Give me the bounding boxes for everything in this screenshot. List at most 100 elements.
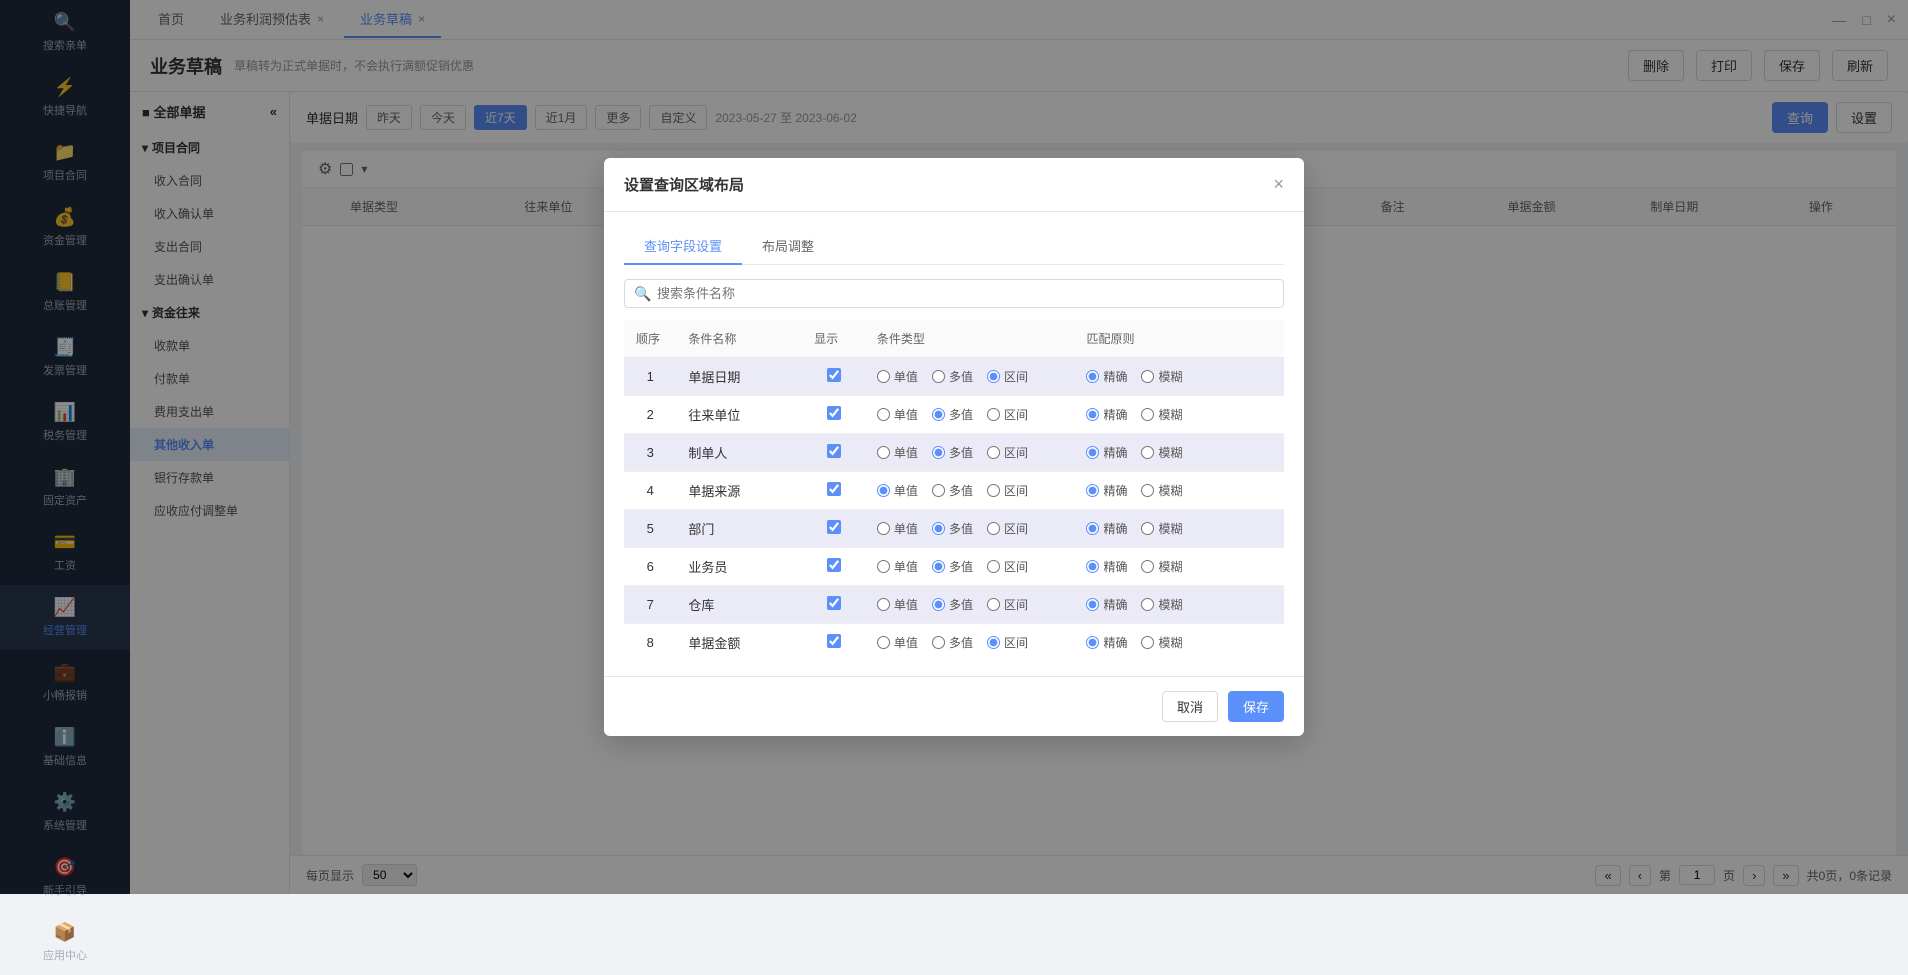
match-fuzzy-radio[interactable]	[1141, 370, 1154, 383]
type-range-label[interactable]: 区间	[987, 520, 1028, 537]
type-multi-radio[interactable]	[932, 636, 945, 649]
modal-save-button[interactable]: 保存	[1228, 691, 1284, 722]
match-exact-label[interactable]: 精确	[1086, 368, 1127, 385]
match-fuzzy-radio[interactable]	[1141, 408, 1154, 421]
type-single-label[interactable]: 单值	[877, 368, 918, 385]
type-multi-label[interactable]: 多值	[932, 558, 973, 575]
match-exact-radio[interactable]	[1086, 522, 1099, 535]
match-fuzzy-radio[interactable]	[1141, 484, 1154, 497]
match-fuzzy-label[interactable]: 模糊	[1141, 368, 1182, 385]
type-single-label[interactable]: 单值	[877, 520, 918, 537]
type-range-radio[interactable]	[987, 370, 1000, 383]
type-multi-label[interactable]: 多值	[932, 444, 973, 461]
match-fuzzy-label[interactable]: 模糊	[1141, 406, 1182, 423]
type-single-label[interactable]: 单值	[877, 634, 918, 651]
type-single-radio[interactable]	[877, 560, 890, 573]
show-checkbox[interactable]	[827, 368, 841, 382]
type-range-label[interactable]: 区间	[987, 406, 1028, 423]
type-range-label[interactable]: 区间	[987, 444, 1028, 461]
type-range-label[interactable]: 区间	[987, 368, 1028, 385]
cell-order: 4	[624, 472, 676, 510]
type-multi-label[interactable]: 多值	[932, 634, 973, 651]
type-single-radio[interactable]	[877, 522, 890, 535]
type-range-label[interactable]: 区间	[987, 482, 1028, 499]
type-range-radio[interactable]	[987, 636, 1000, 649]
match-fuzzy-radio[interactable]	[1141, 598, 1154, 611]
match-exact-radio[interactable]	[1086, 636, 1099, 649]
tab-layout-settings[interactable]: 布局调整	[742, 228, 834, 265]
type-single-radio[interactable]	[877, 408, 890, 421]
type-multi-radio[interactable]	[932, 370, 945, 383]
type-single-radio[interactable]	[877, 370, 890, 383]
type-range-radio[interactable]	[987, 560, 1000, 573]
cancel-button[interactable]: 取消	[1162, 691, 1218, 722]
type-multi-label[interactable]: 多值	[932, 482, 973, 499]
type-single-label[interactable]: 单值	[877, 406, 918, 423]
cell-name: 单据金额	[676, 624, 802, 661]
type-range-radio[interactable]	[987, 484, 1000, 497]
match-exact-radio[interactable]	[1086, 484, 1099, 497]
match-exact-radio[interactable]	[1086, 598, 1099, 611]
match-exact-label[interactable]: 精确	[1086, 596, 1127, 613]
type-single-radio[interactable]	[877, 484, 890, 497]
match-fuzzy-label[interactable]: 模糊	[1141, 596, 1182, 613]
type-multi-label[interactable]: 多值	[932, 520, 973, 537]
type-multi-radio[interactable]	[932, 598, 945, 611]
type-single-radio[interactable]	[877, 598, 890, 611]
type-single-label[interactable]: 单值	[877, 444, 918, 461]
match-fuzzy-label[interactable]: 模糊	[1141, 482, 1182, 499]
type-single-label[interactable]: 单值	[877, 596, 918, 613]
type-multi-radio[interactable]	[932, 522, 945, 535]
match-exact-label[interactable]: 精确	[1086, 634, 1127, 651]
show-checkbox[interactable]	[827, 596, 841, 610]
type-range-label[interactable]: 区间	[987, 596, 1028, 613]
cell-type: 单值多值区间	[865, 510, 1075, 548]
type-range-radio[interactable]	[987, 408, 1000, 421]
type-multi-radio[interactable]	[932, 560, 945, 573]
match-exact-radio[interactable]	[1086, 370, 1099, 383]
match-fuzzy-radio[interactable]	[1141, 636, 1154, 649]
show-checkbox[interactable]	[827, 406, 841, 420]
show-checkbox[interactable]	[827, 444, 841, 458]
match-exact-label[interactable]: 精确	[1086, 482, 1127, 499]
match-fuzzy-radio[interactable]	[1141, 560, 1154, 573]
sidebar-item-app-center[interactable]: 📦 应用中心	[0, 910, 130, 975]
show-checkbox[interactable]	[827, 558, 841, 572]
match-fuzzy-label[interactable]: 模糊	[1141, 444, 1182, 461]
tab-field-settings[interactable]: 查询字段设置	[624, 228, 742, 265]
match-fuzzy-label[interactable]: 模糊	[1141, 520, 1182, 537]
sidebar-item-label: 应用中心	[43, 947, 87, 963]
type-single-radio[interactable]	[877, 636, 890, 649]
match-exact-radio[interactable]	[1086, 560, 1099, 573]
type-range-label[interactable]: 区间	[987, 558, 1028, 575]
type-range-radio[interactable]	[987, 598, 1000, 611]
type-single-label[interactable]: 单值	[877, 482, 918, 499]
match-fuzzy-label[interactable]: 模糊	[1141, 634, 1182, 651]
match-exact-label[interactable]: 精确	[1086, 406, 1127, 423]
cell-order: 8	[624, 624, 676, 661]
search-input[interactable]	[624, 279, 1284, 308]
type-range-radio[interactable]	[987, 522, 1000, 535]
type-range-label[interactable]: 区间	[987, 634, 1028, 651]
match-fuzzy-radio[interactable]	[1141, 446, 1154, 459]
modal-close-button[interactable]: ×	[1273, 174, 1284, 195]
type-single-radio[interactable]	[877, 446, 890, 459]
type-multi-label[interactable]: 多值	[932, 406, 973, 423]
show-checkbox[interactable]	[827, 520, 841, 534]
show-checkbox[interactable]	[827, 482, 841, 496]
match-exact-radio[interactable]	[1086, 408, 1099, 421]
type-multi-radio[interactable]	[932, 408, 945, 421]
type-multi-radio[interactable]	[932, 446, 945, 459]
match-exact-radio[interactable]	[1086, 446, 1099, 459]
match-fuzzy-label[interactable]: 模糊	[1141, 558, 1182, 575]
type-multi-label[interactable]: 多值	[932, 596, 973, 613]
match-exact-label[interactable]: 精确	[1086, 444, 1127, 461]
type-range-radio[interactable]	[987, 446, 1000, 459]
type-multi-label[interactable]: 多值	[932, 368, 973, 385]
type-multi-radio[interactable]	[932, 484, 945, 497]
type-single-label[interactable]: 单值	[877, 558, 918, 575]
match-exact-label[interactable]: 精确	[1086, 520, 1127, 537]
match-fuzzy-radio[interactable]	[1141, 522, 1154, 535]
match-exact-label[interactable]: 精确	[1086, 558, 1127, 575]
show-checkbox[interactable]	[827, 634, 841, 648]
